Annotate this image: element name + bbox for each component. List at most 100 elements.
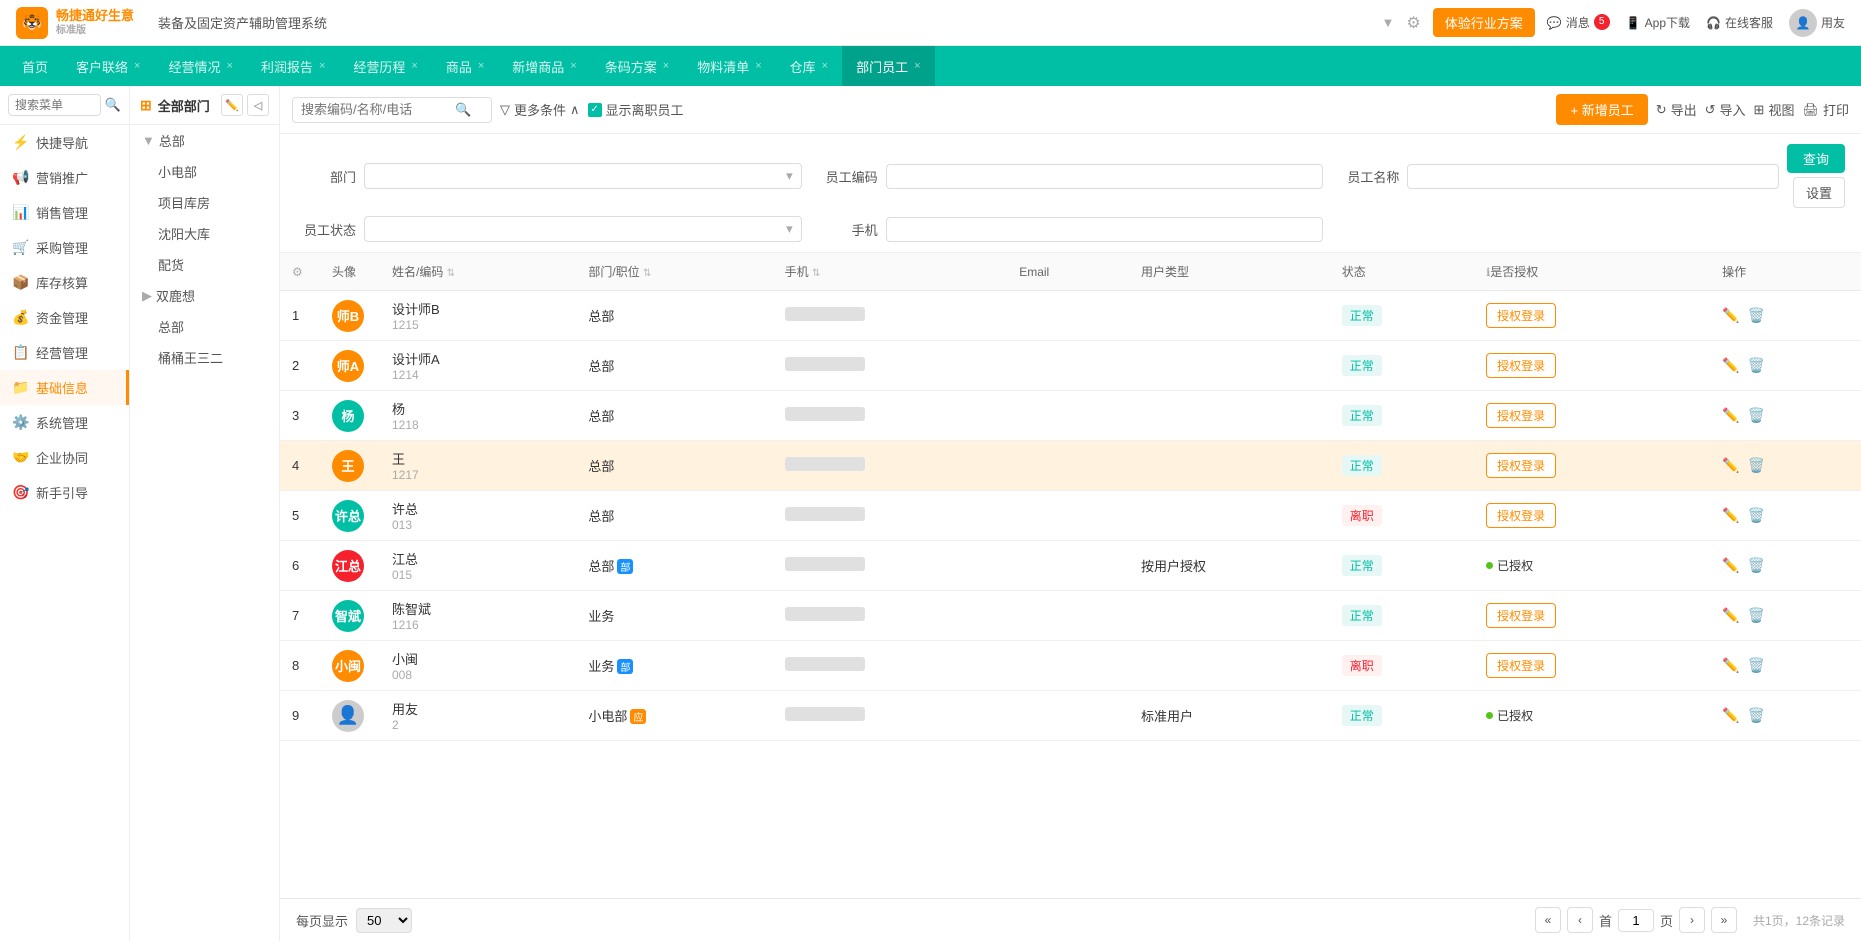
delete-icon[interactable]: 🗑️ bbox=[1748, 507, 1765, 524]
edit-icon[interactable]: ✏️ bbox=[1722, 307, 1739, 324]
message-btn[interactable]: 💬 消息 5 bbox=[1547, 14, 1610, 31]
edit-icon[interactable]: ✏️ bbox=[221, 94, 243, 116]
sidebar-item-management[interactable]: 📋 经营管理 bbox=[0, 335, 129, 370]
page-input[interactable] bbox=[1618, 909, 1654, 932]
auth-login-button[interactable]: 授权登录 bbox=[1486, 503, 1556, 528]
tab-employee[interactable]: 部门员工× bbox=[842, 46, 934, 86]
auth-login-button[interactable]: 授权登录 bbox=[1486, 303, 1556, 328]
delete-icon[interactable]: 🗑️ bbox=[1748, 357, 1765, 374]
sidebar-item-marketing[interactable]: 📢 营销推广 bbox=[0, 160, 129, 195]
export-button[interactable]: ↻ 导出 bbox=[1656, 100, 1697, 119]
edit-icon[interactable]: ✏️ bbox=[1722, 507, 1739, 524]
collapse-icon[interactable]: ◁ bbox=[247, 94, 269, 116]
search-input[interactable] bbox=[301, 102, 451, 117]
sidebar-item-inventory[interactable]: 📦 库存核算 bbox=[0, 265, 129, 300]
sidebar-search-input[interactable] bbox=[8, 94, 101, 116]
close-icon[interactable]: × bbox=[663, 60, 669, 72]
close-icon[interactable]: × bbox=[226, 60, 232, 72]
edit-icon[interactable]: ✏️ bbox=[1722, 357, 1739, 374]
trial-button[interactable]: 体验行业方案 bbox=[1433, 8, 1535, 37]
next-page-btn[interactable]: › bbox=[1679, 907, 1705, 933]
tab-warehouse[interactable]: 仓库× bbox=[776, 46, 842, 86]
settings-icon[interactable]: ⚙ bbox=[1406, 13, 1420, 33]
delete-icon[interactable]: 🗑️ bbox=[1748, 407, 1765, 424]
delete-icon[interactable]: 🗑️ bbox=[1748, 557, 1765, 574]
delete-icon[interactable]: 🗑️ bbox=[1748, 707, 1765, 724]
tree-item-shenyang[interactable]: 沈阳大库 bbox=[130, 218, 279, 249]
online-service-btn[interactable]: 🎧 在线客服 bbox=[1706, 14, 1773, 31]
edit-icon[interactable]: ✏️ bbox=[1722, 457, 1739, 474]
filter-phone-input[interactable] bbox=[886, 217, 1324, 242]
edit-icon[interactable]: ✏️ bbox=[1722, 407, 1739, 424]
edit-icon[interactable]: ✏️ bbox=[1722, 607, 1739, 624]
auth-login-button[interactable]: 授权登录 bbox=[1486, 403, 1556, 428]
col-phone[interactable]: 手机 ⇅ bbox=[773, 253, 1008, 291]
sidebar-item-shortcut[interactable]: ⚡ 快捷导航 bbox=[0, 125, 129, 160]
search-submit-icon[interactable]: 🔍 bbox=[455, 102, 471, 118]
edit-icon[interactable]: ✏️ bbox=[1722, 657, 1739, 674]
settings-icon[interactable]: ⚙ bbox=[292, 265, 303, 279]
tree-item-tongwang[interactable]: 桶桶王三二 bbox=[130, 342, 279, 373]
sidebar-item-system[interactable]: ⚙️ 系统管理 bbox=[0, 405, 129, 440]
tab-goods[interactable]: 商品× bbox=[432, 46, 498, 86]
delete-icon[interactable]: 🗑️ bbox=[1748, 607, 1765, 624]
tab-operation[interactable]: 经营情况× bbox=[154, 46, 246, 86]
add-employee-button[interactable]: + 新增员工 bbox=[1556, 94, 1647, 125]
view-btn[interactable]: ⊞ 视图 bbox=[1754, 100, 1795, 119]
delete-icon[interactable]: 🗑️ bbox=[1748, 457, 1765, 474]
auth-login-button[interactable]: 授权登录 bbox=[1486, 353, 1556, 378]
sidebar-item-collab[interactable]: 🤝 企业协同 bbox=[0, 440, 129, 475]
filter-empname-input[interactable] bbox=[1407, 164, 1779, 189]
close-icon[interactable]: × bbox=[411, 60, 417, 72]
auth-login-button[interactable]: 授权登录 bbox=[1486, 453, 1556, 478]
sidebar-item-guide[interactable]: 🎯 新手引导 bbox=[0, 475, 129, 510]
show-resigned-check[interactable]: ✓ 显示离职员工 bbox=[588, 100, 684, 119]
tree-item-shuanglu[interactable]: ▶ 双鹿想 bbox=[130, 280, 279, 311]
sidebar-item-purchase[interactable]: 🛒 采购管理 bbox=[0, 230, 129, 265]
first-page-btn[interactable]: « bbox=[1535, 907, 1561, 933]
last-page-btn[interactable]: » bbox=[1711, 907, 1737, 933]
user-menu-btn[interactable]: 👤 用友 bbox=[1789, 9, 1845, 37]
reset-button[interactable]: 设置 bbox=[1793, 177, 1845, 208]
tree-item-delivery[interactable]: 配货 bbox=[130, 249, 279, 280]
edit-icon[interactable]: ✏️ bbox=[1722, 707, 1739, 724]
close-icon[interactable]: × bbox=[478, 60, 484, 72]
tab-bom[interactable]: 物料清单× bbox=[683, 46, 775, 86]
close-icon[interactable]: × bbox=[319, 60, 325, 72]
search-action-button[interactable]: 查询 bbox=[1787, 144, 1845, 173]
sidebar-item-sales[interactable]: 📊 销售管理 bbox=[0, 195, 129, 230]
sidebar-item-finance[interactable]: 💰 资金管理 bbox=[0, 300, 129, 335]
close-icon[interactable]: × bbox=[822, 60, 828, 72]
close-icon[interactable]: × bbox=[134, 60, 140, 72]
tree-item-headquarters[interactable]: 总部 bbox=[130, 311, 279, 342]
app-download-btn[interactable]: 📱 App下载 bbox=[1626, 14, 1690, 31]
filter-dept-select[interactable]: ▾ bbox=[364, 163, 802, 189]
tab-profit[interactable]: 利润报告× bbox=[247, 46, 339, 86]
delete-icon[interactable]: 🗑️ bbox=[1748, 307, 1765, 324]
close-icon[interactable]: × bbox=[755, 60, 761, 72]
auth-login-button[interactable]: 授权登录 bbox=[1486, 653, 1556, 678]
dropdown-arrow-icon[interactable]: ▼ bbox=[1382, 15, 1395, 30]
filter-status-select[interactable]: ▾ bbox=[364, 216, 802, 242]
tree-item-small-elec[interactable]: 小电部 bbox=[130, 156, 279, 187]
col-name[interactable]: 姓名/编码 ⇅ bbox=[380, 253, 576, 291]
auth-login-button[interactable]: 授权登录 bbox=[1486, 603, 1556, 628]
edit-icon[interactable]: ✏️ bbox=[1722, 557, 1739, 574]
tab-history[interactable]: 经营历程× bbox=[339, 46, 431, 86]
import-button[interactable]: ↺ 导入 bbox=[1705, 100, 1746, 119]
prev-page-btn[interactable]: ‹ bbox=[1567, 907, 1593, 933]
print-btn[interactable]: 🖨 打印 bbox=[1802, 100, 1849, 119]
sidebar-item-basic[interactable]: 📁 基础信息 bbox=[0, 370, 129, 405]
filter-empcode-input[interactable] bbox=[886, 164, 1324, 189]
page-size-select[interactable]: 50 100 bbox=[356, 908, 412, 933]
more-filter-btn[interactable]: ▽ 更多条件 ∧ bbox=[500, 100, 580, 119]
close-icon[interactable]: × bbox=[914, 60, 920, 72]
tab-home[interactable]: 首页 bbox=[8, 46, 62, 86]
tree-item-project-room[interactable]: 项目库房 bbox=[130, 187, 279, 218]
tab-new-goods[interactable]: 新增商品× bbox=[498, 46, 590, 86]
tree-item-total[interactable]: ▼ 总部 bbox=[130, 125, 279, 156]
tab-customer[interactable]: 客户联络× bbox=[62, 46, 154, 86]
delete-icon[interactable]: 🗑️ bbox=[1748, 657, 1765, 674]
close-icon[interactable]: × bbox=[570, 60, 576, 72]
tab-barcode[interactable]: 条码方案× bbox=[591, 46, 683, 86]
